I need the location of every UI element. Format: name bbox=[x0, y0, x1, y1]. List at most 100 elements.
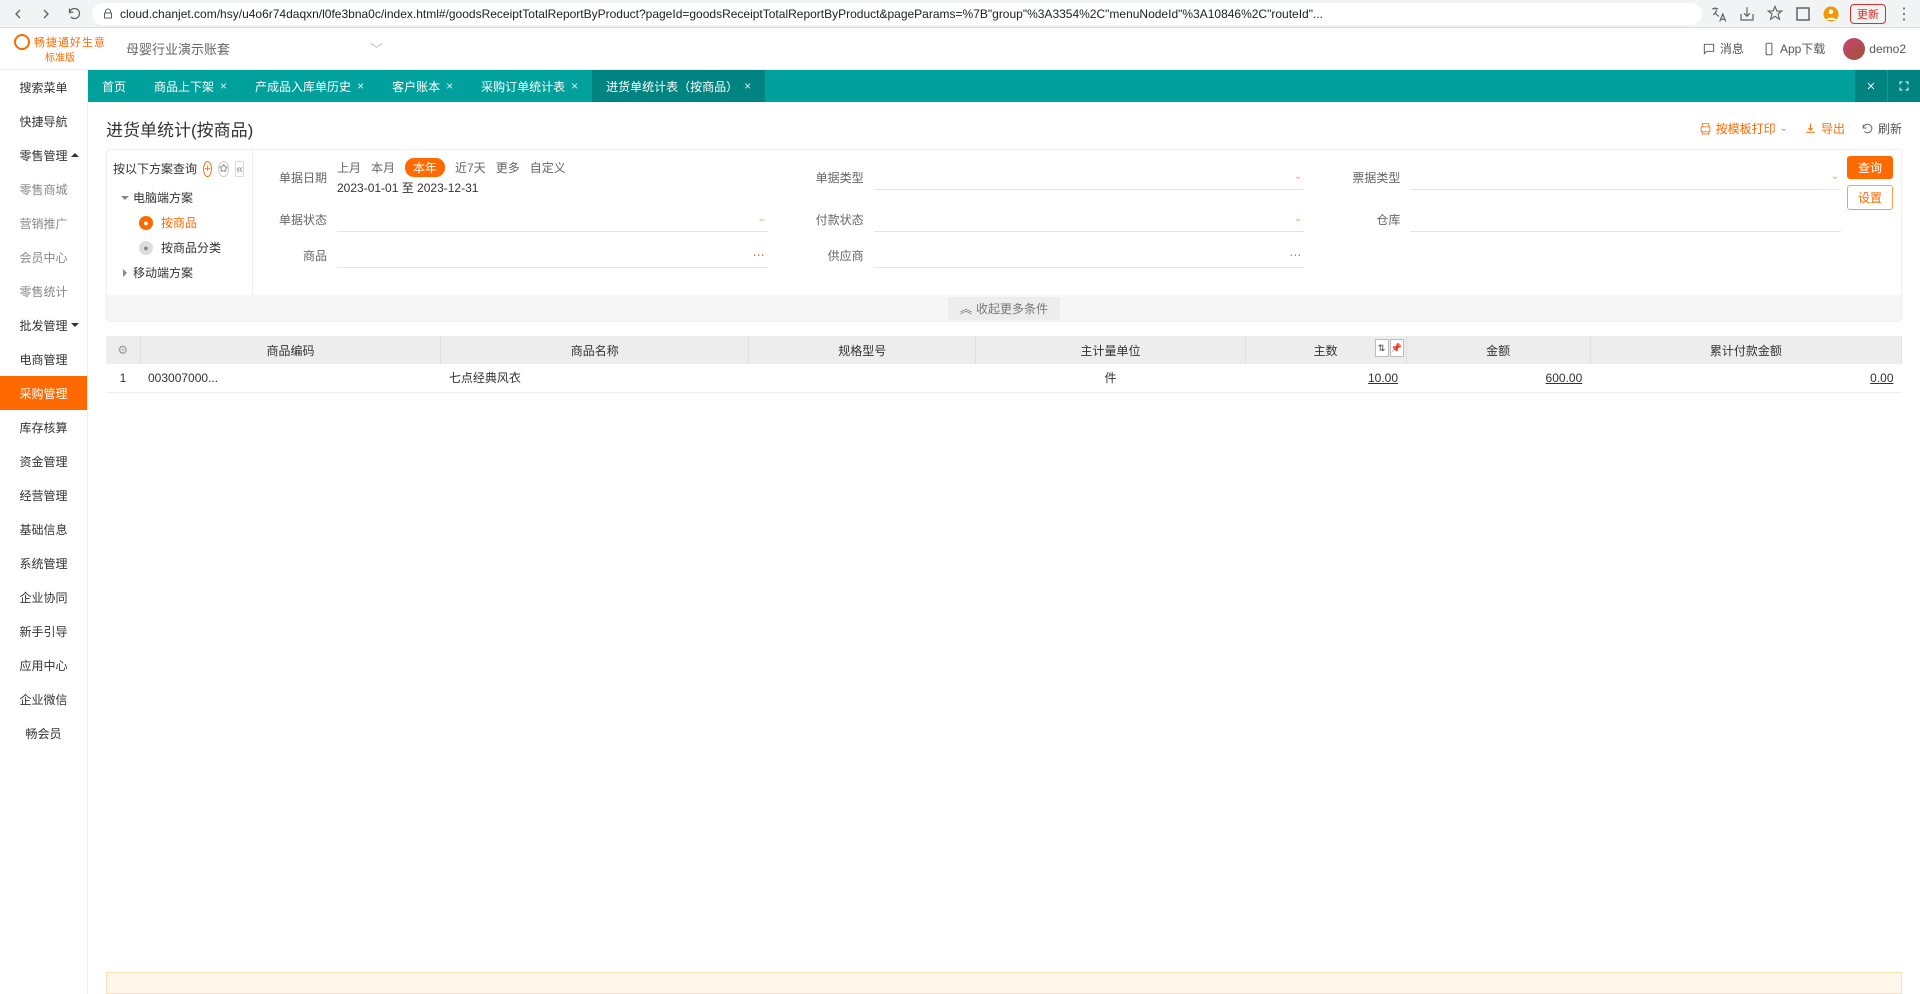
close-icon[interactable]: × bbox=[357, 79, 364, 93]
column-header[interactable]: 金额 bbox=[1406, 336, 1590, 364]
sidebar-item[interactable]: 系统管理 bbox=[0, 546, 87, 580]
forward-button[interactable] bbox=[36, 4, 56, 24]
share-icon[interactable] bbox=[1738, 5, 1756, 23]
tab[interactable]: 客户账本× bbox=[378, 70, 467, 102]
sidebar-item[interactable]: 零售商城 bbox=[0, 172, 87, 206]
column-header[interactable]: 商品名称 bbox=[441, 336, 749, 364]
kebab-menu-icon[interactable]: ⋮ bbox=[1896, 4, 1912, 24]
refresh-icon bbox=[1861, 122, 1874, 135]
page-title: 进货单统计(按商品) bbox=[106, 116, 253, 141]
field-invoice-type[interactable]: 票据类型 ⌄ bbox=[1344, 158, 1841, 196]
app-download-link[interactable]: App下载 bbox=[1762, 40, 1825, 57]
sort-icon[interactable]: ⇅ bbox=[1375, 339, 1389, 357]
sidebar-item[interactable]: 基础信息 bbox=[0, 512, 87, 546]
back-button[interactable] bbox=[8, 4, 28, 24]
user-menu[interactable]: demo2 bbox=[1843, 38, 1906, 60]
close-icon[interactable]: × bbox=[220, 79, 227, 93]
lookup-icon[interactable]: ⋯ bbox=[1289, 248, 1302, 262]
message-icon bbox=[1702, 42, 1716, 56]
sidebar-item[interactable]: 营销推广 bbox=[0, 206, 87, 240]
collapse-up-icon: ︽ bbox=[960, 300, 972, 317]
sidebar-item[interactable]: 批发管理 bbox=[0, 308, 87, 342]
close-icon[interactable]: × bbox=[744, 79, 751, 93]
profile-icon[interactable] bbox=[1822, 5, 1840, 23]
tree-node[interactable]: 电脑端方案 bbox=[113, 185, 244, 210]
sidebar-item[interactable]: 库存核算 bbox=[0, 410, 87, 444]
tree-node-child[interactable]: ●按商品分类 bbox=[113, 235, 244, 260]
lookup-icon[interactable]: ⋯ bbox=[753, 248, 766, 262]
collapse-tree-button[interactable]: « bbox=[235, 161, 244, 177]
collapse-filters-button[interactable]: ︽ 收起更多条件 bbox=[948, 297, 1060, 320]
brand-name: 畅捷通好生意 bbox=[34, 34, 106, 50]
brand[interactable]: 畅捷通好生意 标准版 bbox=[14, 34, 106, 64]
tab[interactable]: 进货单统计表（按商品）× bbox=[592, 70, 765, 102]
close-icon[interactable]: × bbox=[571, 79, 578, 93]
column-header[interactable]: 主数⇅📌 bbox=[1245, 336, 1406, 364]
date-preset[interactable]: 本月 bbox=[371, 159, 395, 176]
sidebar-item[interactable]: 资金管理 bbox=[0, 444, 87, 478]
close-icon[interactable]: × bbox=[446, 79, 453, 93]
gear-icon[interactable]: ⚙ bbox=[117, 343, 128, 357]
bookmark-icon[interactable] bbox=[1766, 5, 1784, 23]
tab[interactable]: 产成品入库单历史× bbox=[241, 70, 378, 102]
field-pay-status[interactable]: 付款状态 ⌄ bbox=[808, 206, 1305, 232]
close-all-tabs-button[interactable] bbox=[1855, 70, 1887, 102]
reload-button[interactable] bbox=[64, 4, 84, 24]
field-supplier[interactable]: 供应商 ⋯ bbox=[808, 242, 1305, 268]
sidebar-item[interactable]: 快捷导航 bbox=[0, 104, 87, 138]
column-header[interactable]: ⚙ bbox=[106, 336, 140, 364]
window-icon[interactable] bbox=[1794, 5, 1812, 23]
field-warehouse[interactable]: 仓库 bbox=[1344, 206, 1841, 232]
tab[interactable]: 商品上下架× bbox=[140, 70, 241, 102]
tab[interactable]: 首页 bbox=[88, 70, 140, 102]
settings-button[interactable]: 设置 bbox=[1847, 185, 1893, 210]
sidebar-item[interactable]: 企业协同 bbox=[0, 580, 87, 614]
date-preset[interactable]: 本年 bbox=[405, 158, 445, 177]
tree-node-child[interactable]: ●按商品 bbox=[113, 210, 244, 235]
pin-icon[interactable]: 📌 bbox=[1390, 339, 1404, 357]
download-icon bbox=[1762, 42, 1776, 56]
sidebar-item[interactable]: 应用中心 bbox=[0, 648, 87, 682]
sidebar-item[interactable]: 搜索菜单 bbox=[0, 70, 87, 104]
lock-icon bbox=[102, 8, 114, 20]
sidebar-item[interactable]: 电商管理 bbox=[0, 342, 87, 376]
update-button[interactable]: 更新 bbox=[1850, 4, 1886, 24]
column-header[interactable]: 累计付款金额 bbox=[1590, 336, 1901, 364]
refresh-button[interactable]: 刷新 bbox=[1861, 120, 1902, 137]
url-bar[interactable]: cloud.chanjet.com/hsy/u4o6r74daqxn/l0fe3… bbox=[92, 3, 1702, 25]
field-doc-status[interactable]: 单据状态 ⌄ bbox=[271, 206, 768, 232]
column-header[interactable]: 商品编码 bbox=[140, 336, 441, 364]
date-preset[interactable]: 近7天 bbox=[455, 159, 486, 176]
scheme-settings-button[interactable]: ✿ bbox=[218, 161, 229, 177]
sidebar-item[interactable]: 采购管理 bbox=[0, 376, 87, 410]
column-header[interactable]: 主计量单位 bbox=[976, 336, 1245, 364]
query-button[interactable]: 查询 bbox=[1847, 156, 1893, 179]
tab[interactable]: 采购订单统计表× bbox=[467, 70, 592, 102]
sidebar-item[interactable]: 新手引导 bbox=[0, 614, 87, 648]
export-button[interactable]: 导出 bbox=[1804, 120, 1845, 137]
org-selector[interactable]: 母婴行业演示账套 ﹀ bbox=[126, 39, 383, 58]
sidebar-item[interactable]: 零售管理 bbox=[0, 138, 87, 172]
messages-link[interactable]: 消息 bbox=[1702, 40, 1744, 57]
sidebar-item[interactable]: 经营管理 bbox=[0, 478, 87, 512]
tree-node[interactable]: 移动端方案 bbox=[113, 260, 244, 285]
export-icon bbox=[1804, 122, 1817, 135]
sidebar-item[interactable]: 企业微信 bbox=[0, 682, 87, 716]
field-product[interactable]: 商品 ⋯ bbox=[271, 242, 768, 268]
sidebar-item[interactable]: 畅会员 bbox=[0, 716, 87, 750]
date-preset[interactable]: 更多 bbox=[496, 159, 520, 176]
sidebar-item[interactable]: 零售统计 bbox=[0, 274, 87, 308]
date-preset[interactable]: 自定义 bbox=[530, 159, 566, 176]
fullscreen-button[interactable] bbox=[1888, 70, 1920, 102]
translate-icon[interactable] bbox=[1710, 5, 1728, 23]
print-template-button[interactable]: 按模板打印 ⌄ bbox=[1699, 120, 1788, 137]
sidebar-item[interactable]: 会员中心 bbox=[0, 240, 87, 274]
table-row[interactable]: 1003007000...七点经典风衣件10.00600.000.00 bbox=[106, 364, 1902, 392]
field-doc-type[interactable]: 单据类型 ⌄ bbox=[808, 158, 1305, 196]
add-scheme-button[interactable]: + bbox=[203, 161, 212, 177]
column-header[interactable]: 规格型号 bbox=[749, 336, 976, 364]
chevron-down-icon: ⌄ bbox=[757, 213, 765, 224]
scheme-tree: 按以下方案查询 + ✿ « 电脑端方案●按商品●按商品分类移动端方案 bbox=[107, 150, 253, 295]
sidebar: 搜索菜单快捷导航零售管理零售商城营销推广会员中心零售统计批发管理电商管理采购管理… bbox=[0, 70, 88, 994]
date-preset[interactable]: 上月 bbox=[337, 159, 361, 176]
